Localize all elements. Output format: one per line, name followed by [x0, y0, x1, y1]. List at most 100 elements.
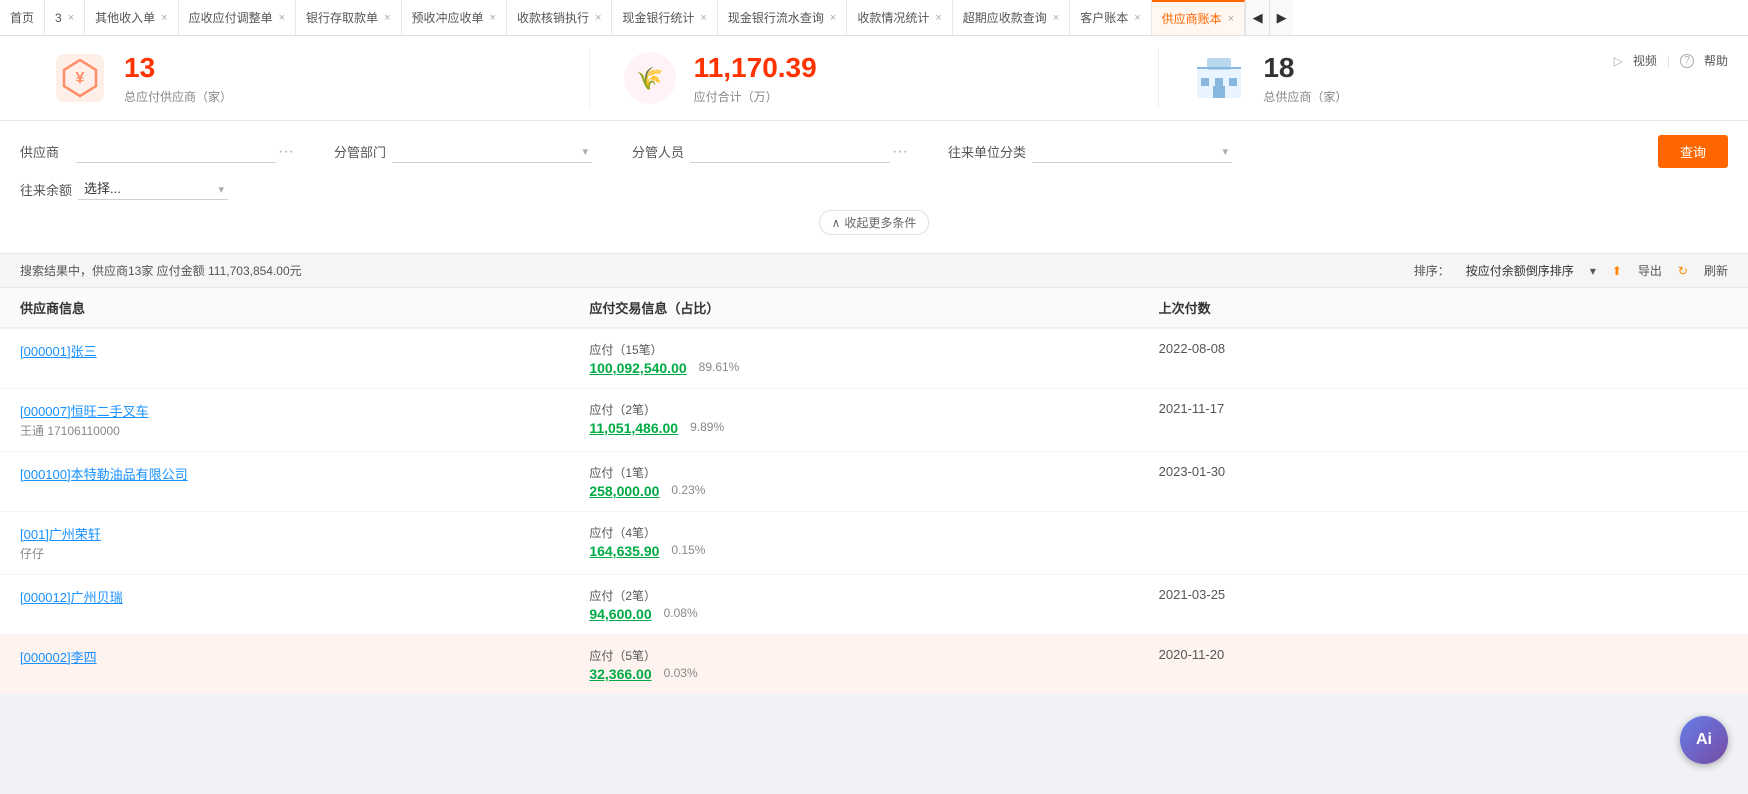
close-icon[interactable]: ×	[1134, 12, 1140, 24]
payable-cell: 应付（1笔） 258,000.00 0.23%	[589, 464, 1158, 499]
supplier-link[interactable]: [000001]张三	[20, 344, 97, 359]
payable-amount-link[interactable]: 32,366.00	[589, 666, 651, 682]
nav-tab-3[interactable]: 3 ×	[45, 0, 85, 35]
payable-row: 94,600.00 0.08%	[589, 604, 697, 622]
payable-pct: 89.61%	[699, 360, 740, 374]
stat-label-total-suppliers: 总供应商（家）	[1263, 88, 1347, 105]
help-link[interactable]: 帮助	[1704, 52, 1728, 69]
stat-number-total-suppliers: 18	[1263, 51, 1347, 85]
nav-tab-supplier-ledger[interactable]: 供应商账本 ×	[1152, 0, 1245, 35]
supplier-link[interactable]: [000100]本特勒油品有限公司	[20, 467, 188, 482]
payable-cell: 应付（2笔） 11,051,486.00 9.89%	[589, 401, 1158, 436]
close-icon[interactable]: ×	[490, 12, 496, 24]
category-label: 往来单位分类	[948, 142, 1026, 161]
sort-down-icon[interactable]: ▾	[1590, 264, 1596, 278]
table-row: [001]广州荣轩 仔仔 应付（4笔） 164,635.90 0.15%	[0, 512, 1748, 575]
last-pay-date: 2020-11-20	[1159, 647, 1225, 662]
nav-tab-supplier-ledger-label: 供应商账本	[1162, 10, 1222, 27]
filter-group-category: 往来单位分类 ▾	[948, 141, 1232, 163]
dept-select[interactable]	[392, 141, 592, 163]
supplier-info-cell: [001]广州荣轩 仔仔	[20, 524, 589, 562]
filter-group-supplier: 供应商 ···	[20, 141, 294, 163]
supplier-link[interactable]: [001]广州荣轩	[20, 527, 101, 542]
divider: |	[1667, 54, 1670, 68]
video-link[interactable]: 视频	[1633, 52, 1657, 69]
export-button[interactable]: 导出	[1638, 262, 1662, 279]
payable-cell: 应付（4笔） 164,635.90 0.15%	[589, 524, 1158, 559]
top-navigation: 首页 3 × 其他收入单 × 应收应付调整单 × 银行存取款单 × 预收冲应收单…	[0, 0, 1748, 36]
close-icon[interactable]: ×	[700, 12, 706, 24]
category-select[interactable]	[1032, 141, 1232, 163]
payable-amount-link[interactable]: 258,000.00	[589, 483, 659, 499]
nav-tab-home[interactable]: 首页	[0, 0, 45, 35]
balance-select[interactable]: 选择...	[78, 178, 228, 200]
close-icon[interactable]: ×	[161, 12, 167, 24]
nav-next-button[interactable]: ▶	[1269, 0, 1293, 36]
last-pay-date: 2023-01-30	[1159, 464, 1226, 479]
supplier-link[interactable]: [000002]李四	[20, 650, 97, 665]
supplier-input[interactable]	[76, 141, 276, 163]
close-icon[interactable]: ×	[1053, 12, 1059, 24]
person-dots-icon[interactable]: ···	[892, 143, 908, 161]
stat-info-1: 13 总应付供应商（家）	[124, 51, 232, 106]
payable-row: 100,092,540.00 89.61%	[589, 358, 739, 376]
last-pay-cell: 2020-11-20	[1159, 647, 1728, 662]
svg-text:🌾: 🌾	[636, 66, 663, 91]
results-bar: 搜索结果中，供应商13家 应付金额 111,703,854.00元 排序： 按应…	[0, 254, 1748, 288]
nav-tab-prepay-ar[interactable]: 预收冲应收单 ×	[402, 0, 507, 35]
nav-tab-ar-ap-adjust-label: 应收应付调整单	[189, 9, 273, 26]
dept-select-wrap: ▾	[392, 141, 592, 163]
payable-amount-link[interactable]: 94,600.00	[589, 606, 651, 622]
collapse-icon: ∧	[832, 216, 841, 230]
nav-tab-bank-deposit[interactable]: 银行存取款单 ×	[296, 0, 401, 35]
nav-tab-customer-ledger[interactable]: 客户账本 ×	[1070, 0, 1151, 35]
last-pay-date: 2022-08-08	[1159, 341, 1226, 356]
ai-button[interactable]: Ai	[1680, 716, 1728, 764]
payable-pct: 0.03%	[664, 666, 698, 680]
balance-select-wrap: 选择... ▾	[78, 178, 228, 200]
video-icon: ▷	[1614, 54, 1623, 68]
close-icon[interactable]: ×	[68, 12, 74, 24]
person-input[interactable]	[690, 141, 890, 163]
svg-text:¥: ¥	[76, 70, 85, 87]
payable-amount-link[interactable]: 11,051,486.00	[589, 420, 678, 436]
payable-amount-link[interactable]: 164,635.90	[589, 543, 659, 559]
close-icon[interactable]: ×	[935, 12, 941, 24]
header-links: ▷ 视频 | ? 帮助	[1614, 52, 1728, 69]
query-button[interactable]: 查询	[1658, 135, 1728, 168]
sort-label: 排序：	[1414, 262, 1450, 279]
supplier-dots-icon[interactable]: ···	[278, 143, 294, 161]
payable-row: 32,366.00 0.03%	[589, 664, 697, 682]
nav-tab-other-income[interactable]: 其他收入单 ×	[85, 0, 178, 35]
close-icon[interactable]: ×	[384, 12, 390, 24]
nav-tab-receipt-stat[interactable]: 收款情况统计 ×	[847, 0, 952, 35]
close-icon[interactable]: ×	[595, 12, 601, 24]
close-icon[interactable]: ×	[1228, 13, 1234, 25]
nav-tab-ar-ap-adjust[interactable]: 应收应付调整单 ×	[179, 0, 296, 35]
supplier-sub: 王通 17106110000	[20, 422, 589, 439]
col-header-last-pay: 上次付数	[1159, 298, 1728, 317]
nav-tab-receipt-verify[interactable]: 收款核销执行 ×	[507, 0, 612, 35]
supplier-link[interactable]: [000012]广州贝瑞	[20, 590, 123, 605]
table-row: [000002]李四 应付（5笔） 32,366.00 0.03% 2020-1…	[0, 635, 1748, 695]
payable-amount-link[interactable]: 100,092,540.00	[589, 360, 686, 376]
nav-tab-prepay-ar-label: 预收冲应收单	[412, 9, 484, 26]
close-icon[interactable]: ×	[279, 12, 285, 24]
payable-cell: 应付（2笔） 94,600.00 0.08%	[589, 587, 1158, 622]
nav-tab-cash-bank-stat[interactable]: 现金银行统计 ×	[612, 0, 717, 35]
nav-tab-cash-flow-query[interactable]: 现金银行流水查询 ×	[718, 0, 847, 35]
nav-tab-overdue-ar[interactable]: 超期应收款查询 ×	[953, 0, 1070, 35]
nav-prev-button[interactable]: ◀	[1245, 0, 1269, 36]
stat-icon-3	[1189, 48, 1249, 108]
stat-number-payable-suppliers: 13	[124, 51, 232, 85]
nav-tab-overdue-ar-label: 超期应收款查询	[963, 9, 1047, 26]
stat-label-payable-suppliers: 总应付供应商（家）	[124, 88, 232, 105]
close-icon[interactable]: ×	[830, 12, 836, 24]
header-stats-section: ¥ 13 总应付供应商（家） 🌾 11,170.39 应付合计（万）	[0, 36, 1748, 121]
payable-count: 应付（2笔）	[589, 401, 656, 418]
refresh-button[interactable]: 刷新	[1704, 262, 1728, 279]
collapse-button[interactable]: ∧ 收起更多条件	[819, 210, 930, 235]
sort-value[interactable]: 按应付余额倒序排序	[1466, 262, 1574, 279]
nav-tab-customer-ledger-label: 客户账本	[1080, 9, 1128, 26]
supplier-link[interactable]: [000007]恒旺二手叉车	[20, 404, 149, 419]
